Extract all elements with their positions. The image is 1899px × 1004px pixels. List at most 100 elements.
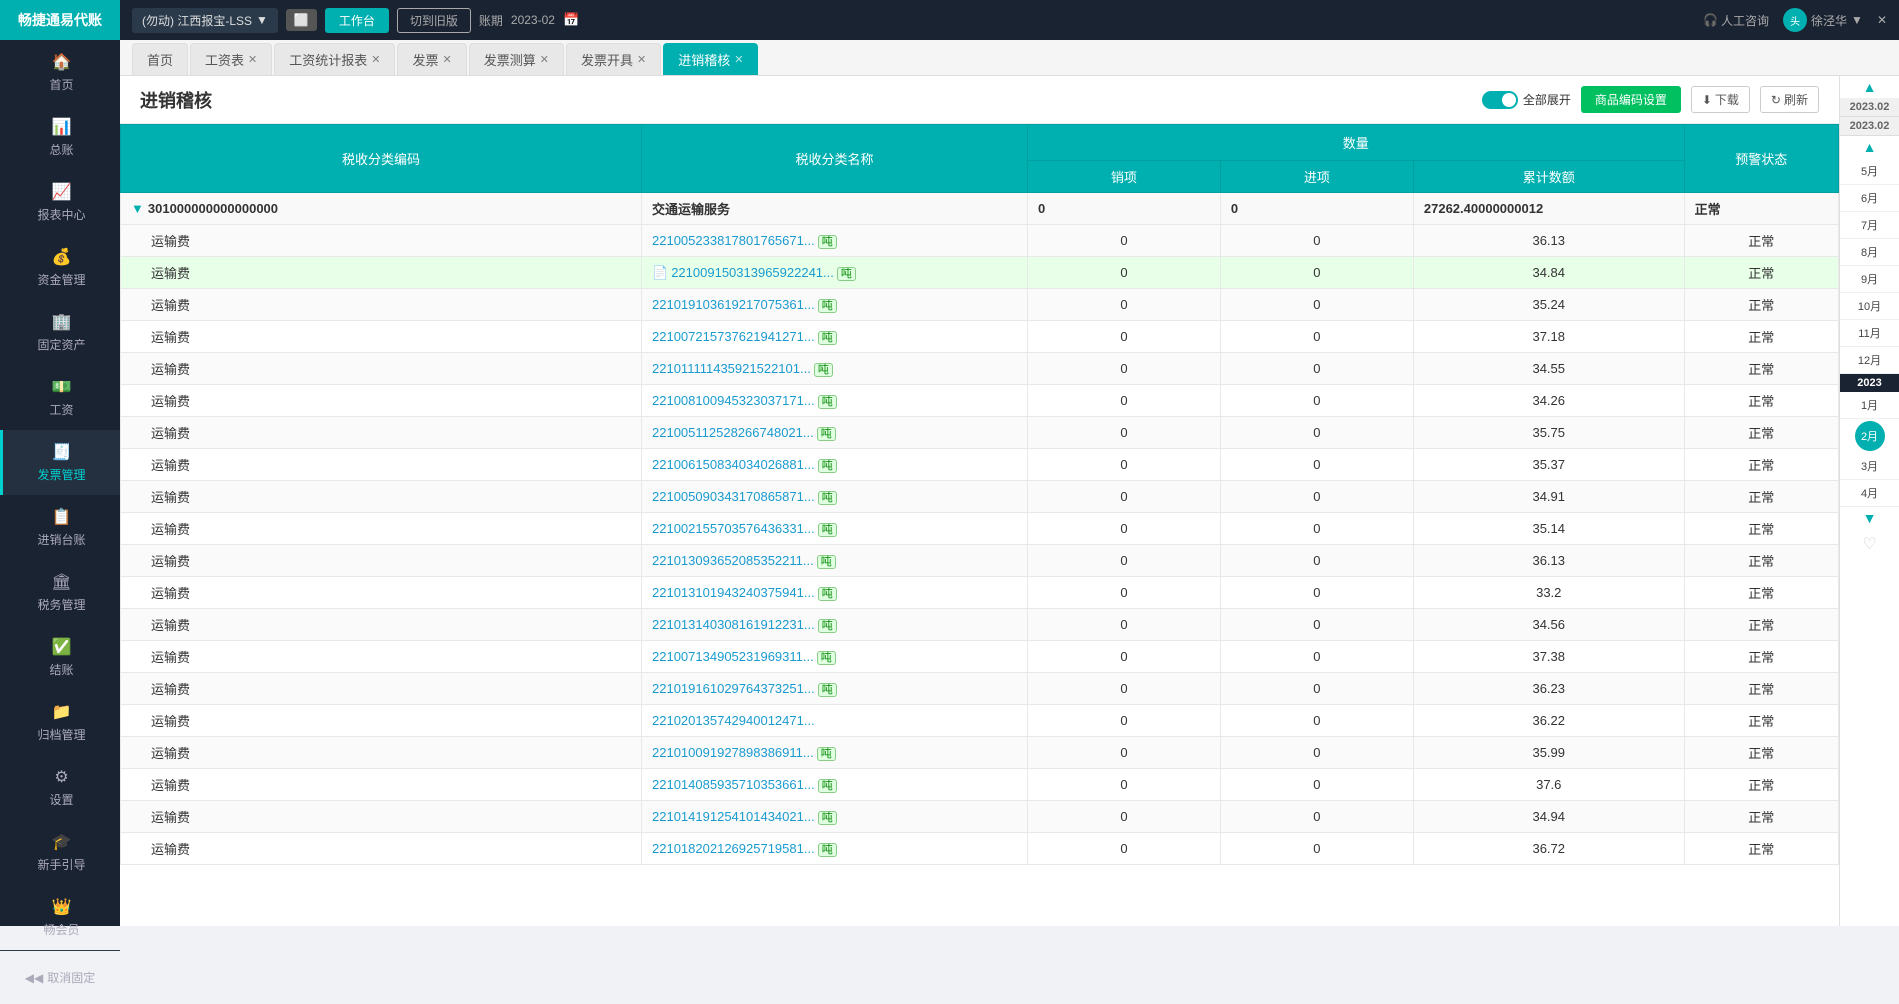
- month-11[interactable]: 11月: [1840, 320, 1899, 347]
- table-row[interactable]: 运输费 221007215737621941271...吨 0 0 37.18 …: [121, 321, 1839, 353]
- company-selector[interactable]: (勿动) 江西报宝-LSS ▼: [132, 8, 278, 33]
- tab-salary-report-close[interactable]: ✕: [371, 53, 380, 66]
- main-area: (勿动) 江西报宝-LSS ▼ ⬜ 工作台 切到旧版 账期 2023-02 📅 …: [120, 0, 1899, 926]
- refresh-btn[interactable]: ↻ 刷新: [1760, 86, 1819, 113]
- sidebar-item-purchase-ledger[interactable]: 📋 进销台账: [0, 495, 120, 560]
- item-code-cell: 运输费: [121, 289, 642, 321]
- sidebar-item-tax[interactable]: 🏛 税务管理: [0, 560, 120, 625]
- item-invoice-cell: 221011111435921522101...吨: [642, 353, 1028, 385]
- user-menu[interactable]: 头 徐泾华 ▼: [1783, 8, 1863, 32]
- support-label[interactable]: 🎧 人工咨询: [1703, 12, 1769, 29]
- month-6[interactable]: 6月: [1840, 185, 1899, 212]
- item-invoice-cell: 221010091927898386911...吨: [642, 737, 1028, 769]
- copy-button[interactable]: ⬜: [286, 9, 317, 31]
- item-total-cell: 35.24: [1413, 289, 1684, 321]
- sidebar-item-settings[interactable]: ⚙ 设置: [0, 755, 120, 820]
- sidebar-item-vip[interactable]: 👑 畅会员: [0, 885, 120, 950]
- tab-invoice-issue[interactable]: 发票开具 ✕: [566, 43, 661, 75]
- unpin-button[interactable]: ◀◀ 取消固定: [0, 961, 120, 994]
- tab-invoice-issue-close[interactable]: ✕: [637, 53, 646, 66]
- table-row[interactable]: 运输费 221013140308161912231...吨 0 0 34.56 …: [121, 609, 1839, 641]
- download-btn[interactable]: ⬇ 下载: [1691, 86, 1750, 113]
- topbar: (勿动) 江西报宝-LSS ▼ ⬜ 工作台 切到旧版 账期 2023-02 📅 …: [120, 0, 1899, 40]
- table-row[interactable]: 运输费 221019103619217075361...吨 0 0 35.24 …: [121, 289, 1839, 321]
- month-3[interactable]: 3月: [1840, 453, 1899, 480]
- table-row[interactable]: 运输费 221014085935710353661...吨 0 0 37.6 正…: [121, 769, 1839, 801]
- table-row[interactable]: 运输费 📄221009150313965922241...吨 0 0 34.84…: [121, 257, 1839, 289]
- month-12[interactable]: 12月: [1840, 347, 1899, 374]
- sidebar-item-salary[interactable]: 💵 工资: [0, 365, 120, 430]
- month-5[interactable]: 5月: [1840, 158, 1899, 185]
- invoice-icon: 🧾: [52, 442, 72, 462]
- workbench-button[interactable]: 工作台: [325, 8, 389, 33]
- table-row[interactable]: 运输费 221013101943240375941...吨 0 0 33.2 正…: [121, 577, 1839, 609]
- tab-sale-purchase-audit-close[interactable]: ✕: [734, 53, 743, 66]
- table-row[interactable]: 运输费 221010091927898386911...吨 0 0 35.99 …: [121, 737, 1839, 769]
- table-row[interactable]: 运输费 221018202126925719581...吨 0 0 36.72 …: [121, 833, 1839, 865]
- tab-invoice-calc[interactable]: 发票测算 ✕: [469, 43, 564, 75]
- scroll-up-button[interactable]: ▲: [1840, 76, 1899, 98]
- assets-icon: 🏢: [52, 312, 72, 332]
- table-row[interactable]: 运输费 221011111435921522101...吨 0 0 34.55 …: [121, 353, 1839, 385]
- tab-invoice-calc-close[interactable]: ✕: [540, 53, 549, 66]
- item-total-cell: 36.22: [1413, 705, 1684, 737]
- month-4[interactable]: 4月: [1840, 480, 1899, 507]
- sidebar-item-close-account[interactable]: ✅ 结账: [0, 625, 120, 690]
- table-row[interactable]: 运输费 221019161029764373251...吨 0 0 36.23 …: [121, 673, 1839, 705]
- sidebar-item-funds[interactable]: 💰 资金管理: [0, 235, 120, 300]
- sidebar-item-invoice-mgmt[interactable]: 🧾 发票管理: [0, 430, 120, 495]
- item-invoice-cell: 221013101943240375941...吨: [642, 577, 1028, 609]
- tab-salary-table[interactable]: 工资表 ✕: [190, 43, 272, 75]
- item-code-cell: 运输费: [121, 545, 642, 577]
- item-status-cell: 正常: [1684, 321, 1838, 353]
- item-sale-cell: 0: [1027, 769, 1220, 801]
- calendar-icon[interactable]: 📅: [563, 12, 579, 28]
- month-9[interactable]: 9月: [1840, 266, 1899, 293]
- month-1[interactable]: 1月: [1840, 392, 1899, 419]
- table-row[interactable]: ▼301000000000000000 交通运输服务 0 0 27262.400…: [121, 193, 1839, 225]
- sidebar-item-guide[interactable]: 🎓 新手引导: [0, 820, 120, 885]
- table-row[interactable]: 运输费 221006150834034026881...吨 0 0 35.37 …: [121, 449, 1839, 481]
- tab-home[interactable]: 首页: [132, 43, 188, 75]
- switch-old-button[interactable]: 切到旧版: [397, 8, 471, 33]
- sidebar-item-ledger[interactable]: 📊 总账: [0, 105, 120, 170]
- table-row[interactable]: 运输费 221007134905231969311...吨 0 0 37.38 …: [121, 641, 1839, 673]
- tab-salary-report[interactable]: 工资统计报表 ✕: [274, 43, 395, 75]
- month-10[interactable]: 10月: [1840, 293, 1899, 320]
- month-8[interactable]: 8月: [1840, 239, 1899, 266]
- item-purchase-cell: 0: [1220, 481, 1413, 513]
- item-total-cell: 37.6: [1413, 769, 1684, 801]
- sidebar-item-assets[interactable]: 🏢 固定资产: [0, 300, 120, 365]
- expand-toggle[interactable]: [1482, 91, 1518, 109]
- page-actions: 全部展开 商品编码设置 ⬇ 下载 ↻ 刷新: [1482, 86, 1819, 113]
- sidebar-item-archive[interactable]: 📁 归档管理: [0, 690, 120, 755]
- table-row[interactable]: 运输费 221013093652085352211...吨 0 0 36.13 …: [121, 545, 1839, 577]
- item-purchase-cell: 0: [1220, 833, 1413, 865]
- scroll-up-button-2[interactable]: ▲: [1840, 136, 1899, 158]
- month-2-active[interactable]: 2月: [1855, 421, 1885, 451]
- table-row[interactable]: 运输费 221002155703576436331...吨 0 0 35.14 …: [121, 513, 1839, 545]
- table-row[interactable]: 运输费 221005233817801765671...吨 0 0 36.13 …: [121, 225, 1839, 257]
- tab-sale-purchase-audit-label: 进销稽核: [678, 50, 730, 69]
- tab-invoice[interactable]: 发票 ✕: [397, 43, 466, 75]
- favorite-icon[interactable]: ♡: [1840, 529, 1899, 559]
- item-invoice-cell: 221005233817801765671...吨: [642, 225, 1028, 257]
- tab-sale-purchase-audit[interactable]: 进销稽核 ✕: [663, 43, 758, 75]
- sidebar-item-home[interactable]: 🏠 首页: [0, 40, 120, 105]
- table-row[interactable]: 运输费 221005112528266748021...吨 0 0 35.75 …: [121, 417, 1839, 449]
- table-row[interactable]: 运输费 221008100945323037171...吨 0 0 34.26 …: [121, 385, 1839, 417]
- tab-salary-table-close[interactable]: ✕: [248, 53, 257, 66]
- table-row[interactable]: 运输费 221014191254101434021...吨 0 0 34.94 …: [121, 801, 1839, 833]
- item-invoice-cell: 221002155703576436331...吨: [642, 513, 1028, 545]
- table-row[interactable]: 运输费 221020135742940012471... 0 0 36.22 正…: [121, 705, 1839, 737]
- month-7[interactable]: 7月: [1840, 212, 1899, 239]
- item-sale-cell: 0: [1027, 513, 1220, 545]
- close-topbar-icon[interactable]: ✕: [1877, 13, 1887, 27]
- sidebar-item-reports[interactable]: 📈 报表中心: [0, 170, 120, 235]
- tab-invoice-close[interactable]: ✕: [443, 53, 452, 66]
- scroll-down-button[interactable]: ▼: [1840, 507, 1899, 529]
- settings-btn[interactable]: 商品编码设置: [1581, 86, 1681, 113]
- item-status-cell: 正常: [1684, 673, 1838, 705]
- item-status-cell: 正常: [1684, 353, 1838, 385]
- table-row[interactable]: 运输费 221005090343170865871...吨 0 0 34.91 …: [121, 481, 1839, 513]
